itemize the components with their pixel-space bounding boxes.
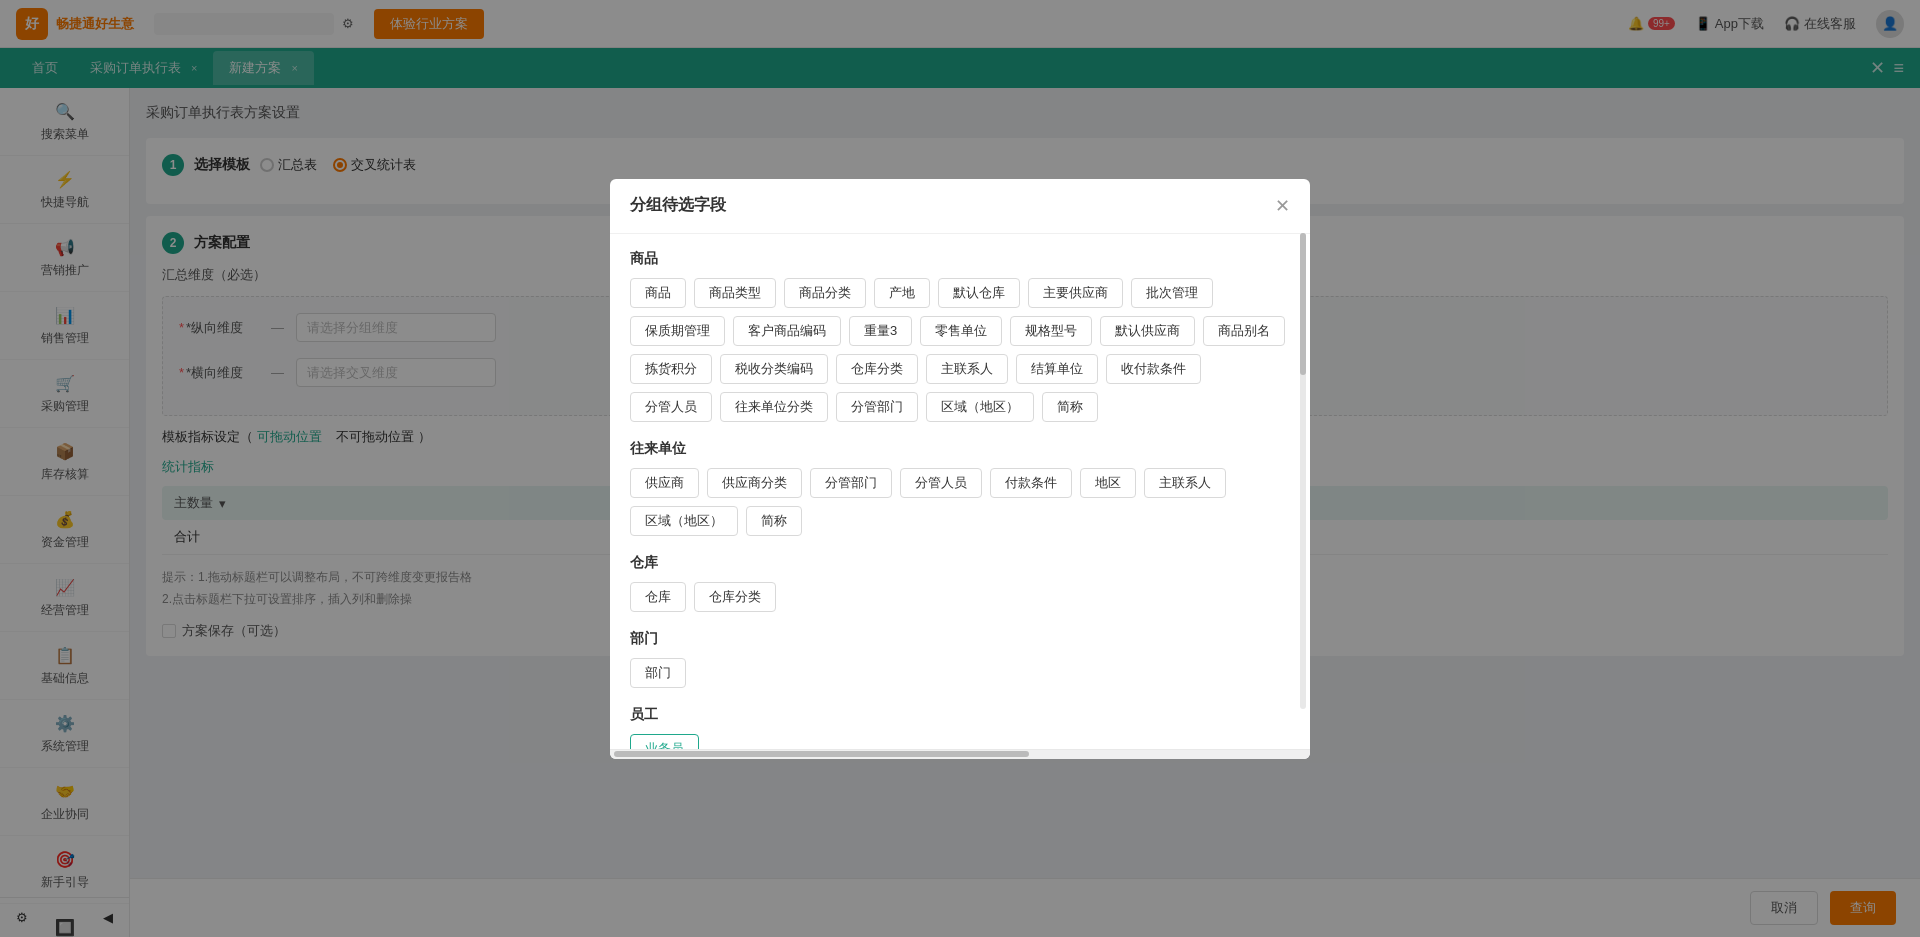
- field-tag[interactable]: 供应商: [630, 468, 699, 498]
- field-tag[interactable]: 商品分类: [784, 278, 866, 308]
- modal-header: 分组待选字段 ✕: [610, 179, 1310, 234]
- field-tag[interactable]: 客户商品编码: [733, 316, 841, 346]
- field-tag[interactable]: 主联系人: [926, 354, 1008, 384]
- field-tag[interactable]: 分管人员: [630, 392, 712, 422]
- field-section-employee: 员工 业务员: [630, 706, 1290, 750]
- modal-overlay[interactable]: 分组待选字段 ✕ 商品 商品 商品类型 商品分类 产地 默认仓库 主要供应商 批…: [0, 0, 1920, 937]
- field-tag[interactable]: 默认供应商: [1100, 316, 1195, 346]
- employee-field-tags: 业务员: [630, 734, 1290, 750]
- field-tag[interactable]: 区域（地区）: [926, 392, 1034, 422]
- field-section-counterparty: 往来单位 供应商 供应商分类 分管部门 分管人员 付款条件 地区 主联系人 区域…: [630, 440, 1290, 536]
- field-section-warehouse: 仓库 仓库 仓库分类: [630, 554, 1290, 612]
- field-tag[interactable]: 主要供应商: [1028, 278, 1123, 308]
- field-section-dept: 部门 部门: [630, 630, 1290, 688]
- counterparty-section-title: 往来单位: [630, 440, 1290, 458]
- warehouse-field-tags: 仓库 仓库分类: [630, 582, 1290, 612]
- modal-body: 商品 商品 商品类型 商品分类 产地 默认仓库 主要供应商 批次管理 保质期管理…: [610, 234, 1310, 750]
- field-tag[interactable]: 零售单位: [920, 316, 1002, 346]
- field-tag[interactable]: 保质期管理: [630, 316, 725, 346]
- field-tag[interactable]: 付款条件: [990, 468, 1072, 498]
- field-tag[interactable]: 批次管理: [1131, 278, 1213, 308]
- field-tag[interactable]: 简称: [1042, 392, 1098, 422]
- field-tag[interactable]: 结算单位: [1016, 354, 1098, 384]
- warehouse-section-title: 仓库: [630, 554, 1290, 572]
- field-tag[interactable]: 分管部门: [836, 392, 918, 422]
- modal-vscroll-thumb: [1300, 233, 1306, 376]
- field-tag[interactable]: 分管人员: [900, 468, 982, 498]
- modal-vertical-scrollbar[interactable]: [1300, 233, 1306, 709]
- field-tag[interactable]: 分管部门: [810, 468, 892, 498]
- field-tag[interactable]: 商品: [630, 278, 686, 308]
- modal-title: 分组待选字段: [630, 195, 726, 216]
- modal: 分组待选字段 ✕ 商品 商品 商品类型 商品分类 产地 默认仓库 主要供应商 批…: [610, 179, 1310, 759]
- field-tag[interactable]: 主联系人: [1144, 468, 1226, 498]
- goods-field-tags: 商品 商品类型 商品分类 产地 默认仓库 主要供应商 批次管理 保质期管理 客户…: [630, 278, 1290, 422]
- modal-hscroll-thumb: [614, 751, 1029, 757]
- dept-field-tags: 部门: [630, 658, 1290, 688]
- field-tag[interactable]: 税收分类编码: [720, 354, 828, 384]
- field-tag[interactable]: 业务员: [630, 734, 699, 750]
- modal-close-btn[interactable]: ✕: [1275, 195, 1290, 217]
- field-tag[interactable]: 默认仓库: [938, 278, 1020, 308]
- field-tag[interactable]: 往来单位分类: [720, 392, 828, 422]
- goods-section-title: 商品: [630, 250, 1290, 268]
- modal-horizontal-scrollbar[interactable]: [610, 749, 1310, 758]
- field-tag[interactable]: 商品别名: [1203, 316, 1285, 346]
- counterparty-field-tags: 供应商 供应商分类 分管部门 分管人员 付款条件 地区 主联系人 区域（地区） …: [630, 468, 1290, 536]
- field-section-goods: 商品 商品 商品类型 商品分类 产地 默认仓库 主要供应商 批次管理 保质期管理…: [630, 250, 1290, 422]
- field-tag[interactable]: 仓库: [630, 582, 686, 612]
- field-tag[interactable]: 部门: [630, 658, 686, 688]
- field-tag[interactable]: 商品类型: [694, 278, 776, 308]
- dept-section-title: 部门: [630, 630, 1290, 648]
- field-tag[interactable]: 收付款条件: [1106, 354, 1201, 384]
- field-tag[interactable]: 重量3: [849, 316, 912, 346]
- field-tag[interactable]: 规格型号: [1010, 316, 1092, 346]
- field-tag[interactable]: 产地: [874, 278, 930, 308]
- field-tag[interactable]: 仓库分类: [836, 354, 918, 384]
- field-tag[interactable]: 供应商分类: [707, 468, 802, 498]
- field-tag[interactable]: 拣货积分: [630, 354, 712, 384]
- field-tag[interactable]: 简称: [746, 506, 802, 536]
- employee-section-title: 员工: [630, 706, 1290, 724]
- field-tag[interactable]: 地区: [1080, 468, 1136, 498]
- field-tag[interactable]: 仓库分类: [694, 582, 776, 612]
- field-tag[interactable]: 区域（地区）: [630, 506, 738, 536]
